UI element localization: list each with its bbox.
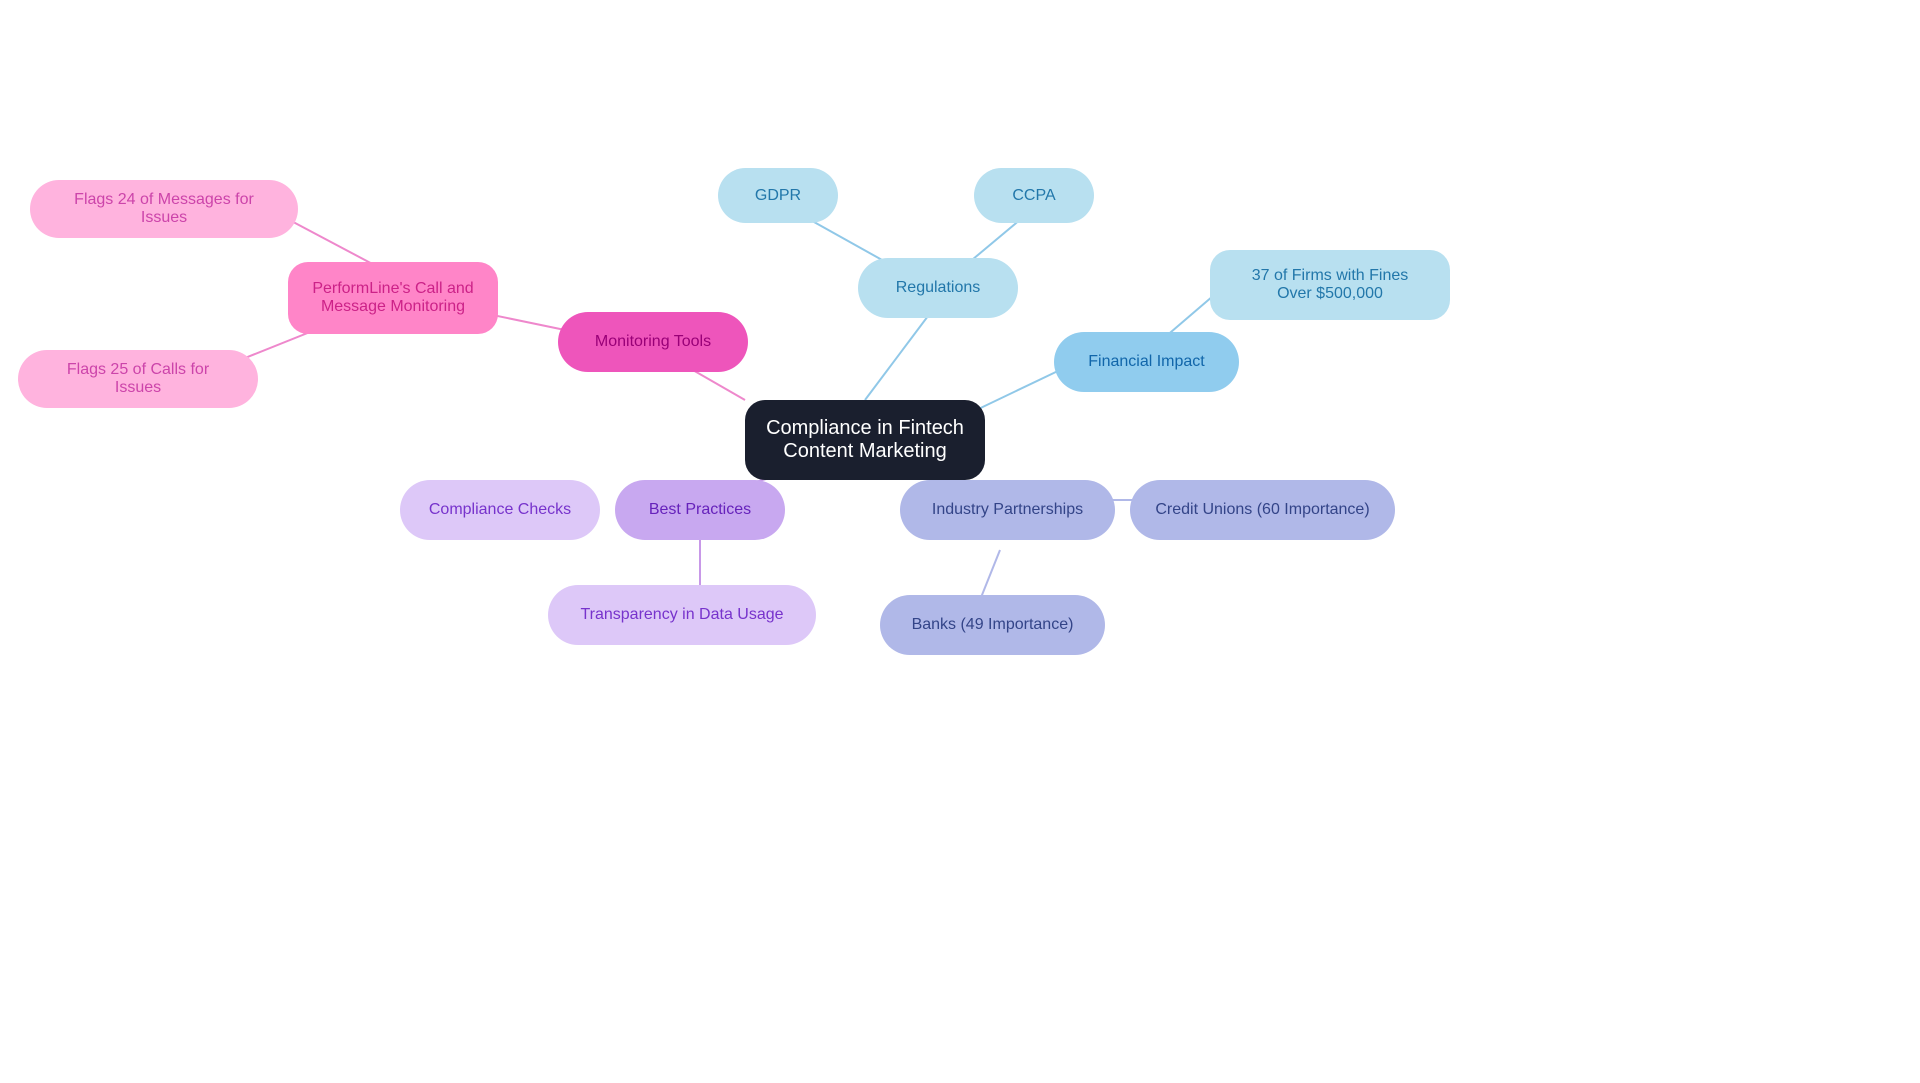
transparency-label: Transparency in Data Usage	[580, 606, 783, 624]
financial-impact-label: Financial Impact	[1088, 353, 1205, 371]
monitoring-tools-label: Monitoring Tools	[595, 333, 711, 351]
ccpa-label: CCPA	[1012, 187, 1055, 205]
flags-messages-node[interactable]: Flags 24 of Messages for Issues	[30, 180, 298, 238]
center-label: Compliance in Fintech Content Marketing	[745, 417, 985, 463]
fines-label: 37 of Firms with Fines Over $500,000	[1234, 267, 1426, 303]
transparency-node[interactable]: Transparency in Data Usage	[548, 585, 816, 645]
fines-node[interactable]: 37 of Firms with Fines Over $500,000	[1210, 250, 1450, 320]
flags-calls-node[interactable]: Flags 25 of Calls for Issues	[18, 350, 258, 408]
credit-unions-label: Credit Unions (60 Importance)	[1155, 501, 1369, 519]
best-practices-label: Best Practices	[649, 501, 751, 519]
ccpa-node[interactable]: CCPA	[974, 168, 1094, 223]
banks-node[interactable]: Banks (49 Importance)	[880, 595, 1105, 655]
flags-messages-label: Flags 24 of Messages for Issues	[54, 191, 274, 227]
industry-partnerships-node[interactable]: Industry Partnerships	[900, 480, 1115, 540]
credit-unions-node[interactable]: Credit Unions (60 Importance)	[1130, 480, 1395, 540]
monitoring-tools-node[interactable]: Monitoring Tools	[558, 312, 748, 372]
performline-label: PerformLine's Call and Message Monitorin…	[312, 280, 474, 316]
banks-label: Banks (49 Importance)	[912, 616, 1074, 634]
gdpr-node[interactable]: GDPR	[718, 168, 838, 223]
regulations-node[interactable]: Regulations	[858, 258, 1018, 318]
performline-node[interactable]: PerformLine's Call and Message Monitorin…	[288, 262, 498, 334]
best-practices-node[interactable]: Best Practices	[615, 480, 785, 540]
compliance-checks-node[interactable]: Compliance Checks	[400, 480, 600, 540]
regulations-label: Regulations	[896, 279, 981, 297]
gdpr-label: GDPR	[755, 187, 801, 205]
center-node[interactable]: Compliance in Fintech Content Marketing	[745, 400, 985, 480]
industry-partnerships-label: Industry Partnerships	[932, 501, 1083, 519]
flags-calls-label: Flags 25 of Calls for Issues	[42, 361, 234, 397]
financial-impact-node[interactable]: Financial Impact	[1054, 332, 1239, 392]
compliance-checks-label: Compliance Checks	[429, 501, 571, 519]
